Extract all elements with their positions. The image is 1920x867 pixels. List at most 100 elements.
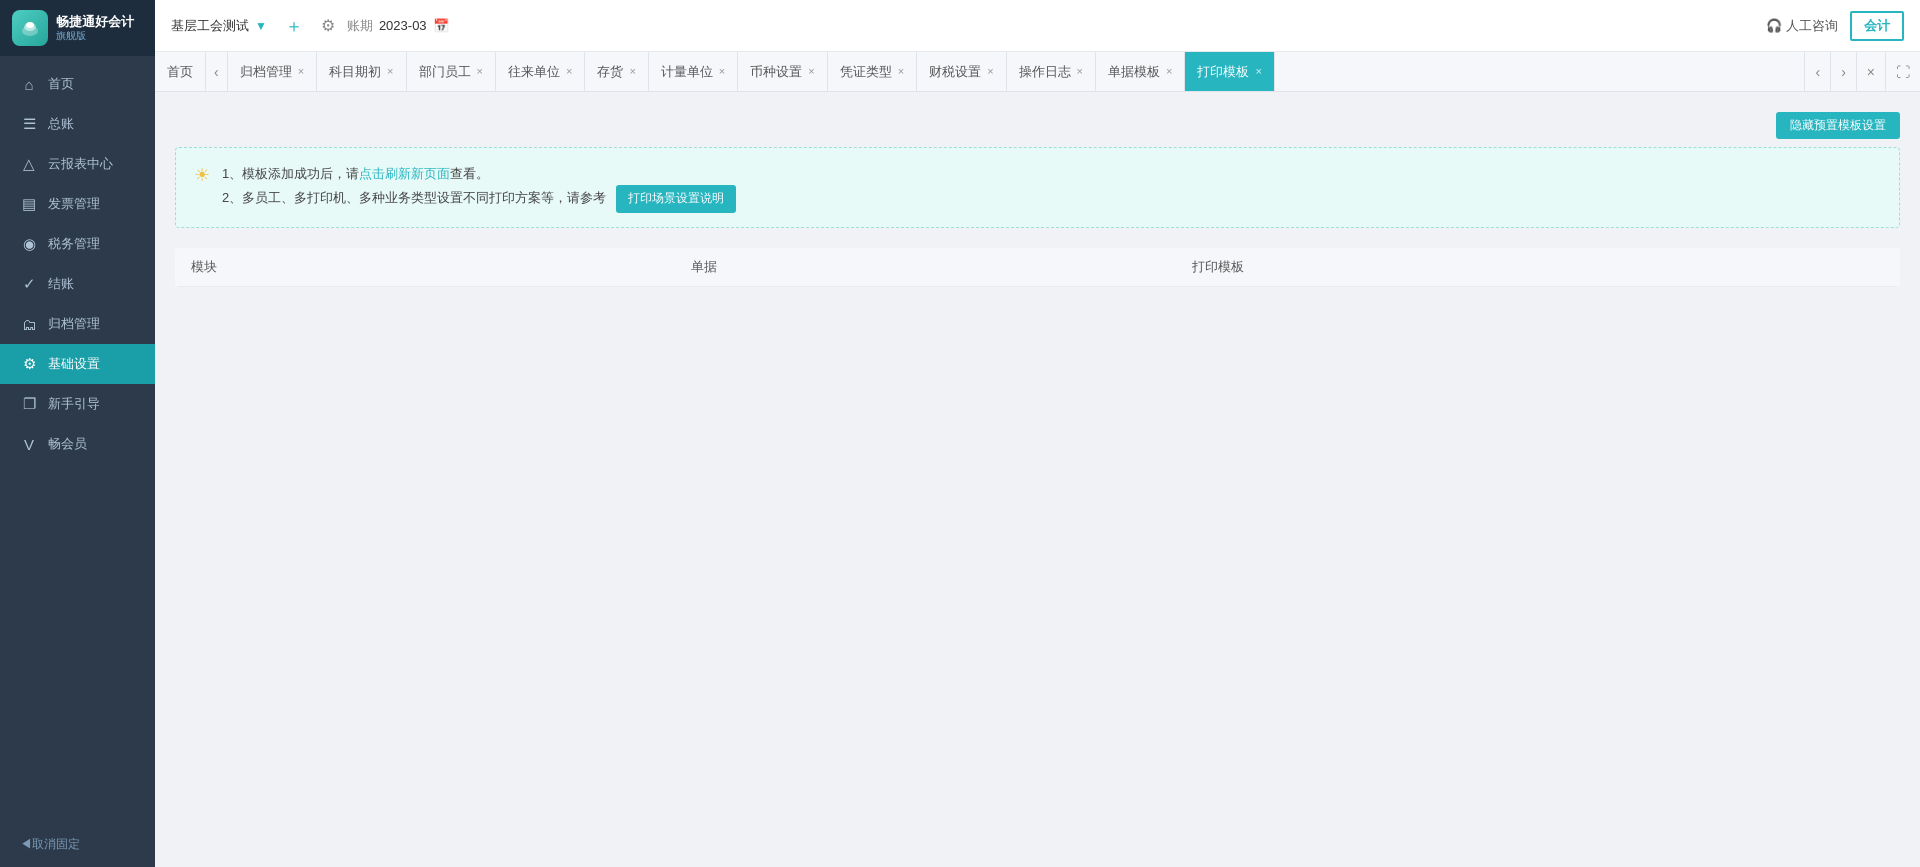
topbar-settings-icon[interactable]: ⚙	[321, 16, 335, 35]
sidebar-label-ledger: 总账	[48, 115, 74, 133]
company-selector[interactable]: 基层工会测试 ▼	[171, 17, 267, 35]
notice-bulb-icon: ☀	[194, 164, 210, 186]
period-label: 账期	[347, 17, 373, 35]
notice-box: ☀ 1、模板添加成功后，请点击刷新新页面查看。 2、多员工、多打印机、多种业务类…	[175, 147, 1900, 228]
settings-icon: ⚙	[20, 355, 38, 373]
tab-next-btn[interactable]: ›	[1830, 52, 1856, 91]
tab-close-all-btn[interactable]: ×	[1856, 52, 1885, 91]
service-label: 人工咨询	[1786, 17, 1838, 35]
notice-line-1: 1、模板添加成功后，请点击刷新新页面查看。	[222, 162, 1881, 185]
sidebar-item-tax[interactable]: ◉ 税务管理	[0, 224, 155, 264]
tab-home[interactable]: 首页	[155, 52, 206, 91]
company-name: 基层工会测试	[171, 17, 249, 35]
tab-close-unit[interactable]: ×	[566, 66, 572, 77]
sidebar-item-checkout[interactable]: ✓ 结账	[0, 264, 155, 304]
tab-close-currency[interactable]: ×	[808, 66, 814, 77]
tab-label-inventory: 存货	[597, 63, 623, 81]
service-button[interactable]: 🎧 人工咨询	[1766, 17, 1838, 35]
tab-print-template[interactable]: 打印模板 ×	[1185, 52, 1274, 91]
sidebar-label-archive: 归档管理	[48, 315, 100, 333]
tab-label-print-template: 打印模板	[1197, 63, 1249, 81]
ledger-icon: ☰	[20, 115, 38, 133]
period-value: 2023-03	[379, 18, 427, 33]
notice-text-2: 2、多员工、多打印机、多种业务类型设置不同打印方案等，请参考	[222, 190, 606, 205]
kuaiji-label: 会计	[1864, 18, 1890, 33]
headset-icon: 🎧	[1766, 18, 1782, 33]
content-area: 隐藏预置模板设置 ☀ 1、模板添加成功后，请点击刷新新页面查看。 2、多员工、多…	[155, 92, 1920, 867]
table-header-module: 模块	[175, 248, 675, 287]
tab-label-unit: 往来单位	[508, 63, 560, 81]
tab-voucher-type[interactable]: 凭证类型 ×	[828, 52, 917, 91]
sidebar-item-ledger[interactable]: ☰ 总账	[0, 104, 155, 144]
tab-dept[interactable]: 部门员工 ×	[407, 52, 496, 91]
tab-close-inventory[interactable]: ×	[629, 66, 635, 77]
tab-subject[interactable]: 科目期初 ×	[317, 52, 406, 91]
tab-close-measure[interactable]: ×	[719, 66, 725, 77]
notice-text-1: 1、模板添加成功后，请	[222, 166, 359, 181]
sidebar-label-home: 首页	[48, 75, 74, 93]
topbar: 基层工会测试 ▼ ＋ ⚙ 账期 2023-03 📅 🎧 人工咨询 会计	[155, 0, 1920, 52]
sidebar-item-settings[interactable]: ⚙ 基础设置	[0, 344, 155, 384]
tab-close-tax-settings[interactable]: ×	[987, 66, 993, 77]
tab-nav-back[interactable]: ‹	[206, 52, 228, 91]
hide-template-button[interactable]: 隐藏预置模板设置	[1776, 112, 1900, 139]
sidebar-logo: 畅捷通好会计 旗舰版	[0, 0, 155, 56]
app-subtitle: 旗舰版	[56, 30, 134, 42]
calendar-icon[interactable]: 📅	[433, 18, 449, 33]
svg-point-2	[26, 22, 34, 28]
unpin-button[interactable]: ◀取消固定	[0, 822, 155, 867]
tab-archive[interactable]: 归档管理 ×	[228, 52, 317, 91]
tab-label-tax-settings: 财税设置	[929, 63, 981, 81]
sidebar-label-tax: 税务管理	[48, 235, 100, 253]
sidebar-item-member[interactable]: V 畅会员	[0, 424, 155, 464]
tab-tax-settings[interactable]: 财税设置 ×	[917, 52, 1006, 91]
tax-icon: ◉	[20, 235, 38, 253]
tab-close-receipt-template[interactable]: ×	[1166, 66, 1172, 77]
tab-close-print-template[interactable]: ×	[1255, 66, 1261, 77]
tab-close-oplog[interactable]: ×	[1077, 66, 1083, 77]
print-scene-button[interactable]: 打印场景设置说明	[616, 185, 736, 213]
sidebar-label-guide: 新手引导	[48, 395, 100, 413]
sidebar-item-invoice[interactable]: ▤ 发票管理	[0, 184, 155, 224]
tab-inventory[interactable]: 存货 ×	[585, 52, 648, 91]
tab-label-receipt-template: 单据模板	[1108, 63, 1160, 81]
guide-icon: ❐	[20, 395, 38, 413]
period-selector: 账期 2023-03 📅	[347, 17, 449, 35]
kuaiji-button[interactable]: 会计	[1850, 11, 1904, 41]
checkout-icon: ✓	[20, 275, 38, 293]
logo-text: 畅捷通好会计 旗舰版	[56, 14, 134, 42]
tab-close-voucher-type[interactable]: ×	[898, 66, 904, 77]
add-tab-button[interactable]: ＋	[279, 12, 309, 40]
sidebar: 畅捷通好会计 旗舰版 ⌂ 首页 ☰ 总账 △ 云报表中心 ▤ 发票管理 ◉ 税务…	[0, 0, 155, 867]
sidebar-label-settings: 基础设置	[48, 355, 100, 373]
unpin-label: ◀取消固定	[20, 836, 80, 853]
tab-fullscreen-btn[interactable]: ⛶	[1885, 52, 1920, 91]
notice-refresh-link[interactable]: 点击刷新新页面	[359, 166, 450, 181]
notice-line-2: 2、多员工、多打印机、多种业务类型设置不同打印方案等，请参考 打印场景设置说明	[222, 185, 1881, 213]
sidebar-item-home[interactable]: ⌂ 首页	[0, 64, 155, 104]
tab-close-dept[interactable]: ×	[477, 66, 483, 77]
sidebar-item-archive[interactable]: 🗂 归档管理	[0, 304, 155, 344]
tab-label-subject: 科目期初	[329, 63, 381, 81]
tab-unit[interactable]: 往来单位 ×	[496, 52, 585, 91]
tab-close-archive[interactable]: ×	[298, 66, 304, 77]
tab-home-label: 首页	[167, 63, 193, 81]
tab-measure[interactable]: 计量单位 ×	[649, 52, 738, 91]
tab-receipt-template[interactable]: 单据模板 ×	[1096, 52, 1185, 91]
sidebar-item-reports[interactable]: △ 云报表中心	[0, 144, 155, 184]
notice-text-1-after: 查看。	[450, 166, 489, 181]
sidebar-item-guide[interactable]: ❐ 新手引导	[0, 384, 155, 424]
table-header-template: 打印模板	[1176, 248, 1901, 287]
sidebar-label-invoice: 发票管理	[48, 195, 100, 213]
member-icon: V	[20, 436, 38, 453]
sidebar-label-reports: 云报表中心	[48, 155, 113, 173]
tab-prev-btn[interactable]: ‹	[1804, 52, 1830, 91]
tab-label-dept: 部门员工	[419, 63, 471, 81]
tabbar: 首页 ‹ 归档管理 × 科目期初 × 部门员工 × 往来单位 × 存货 × 计量…	[155, 52, 1920, 92]
tab-close-subject[interactable]: ×	[387, 66, 393, 77]
tab-label-measure: 计量单位	[661, 63, 713, 81]
hide-template-section: 隐藏预置模板设置	[175, 112, 1900, 139]
tab-oplog[interactable]: 操作日志 ×	[1007, 52, 1096, 91]
tab-currency[interactable]: 币种设置 ×	[738, 52, 827, 91]
app-title: 畅捷通好会计	[56, 14, 134, 30]
